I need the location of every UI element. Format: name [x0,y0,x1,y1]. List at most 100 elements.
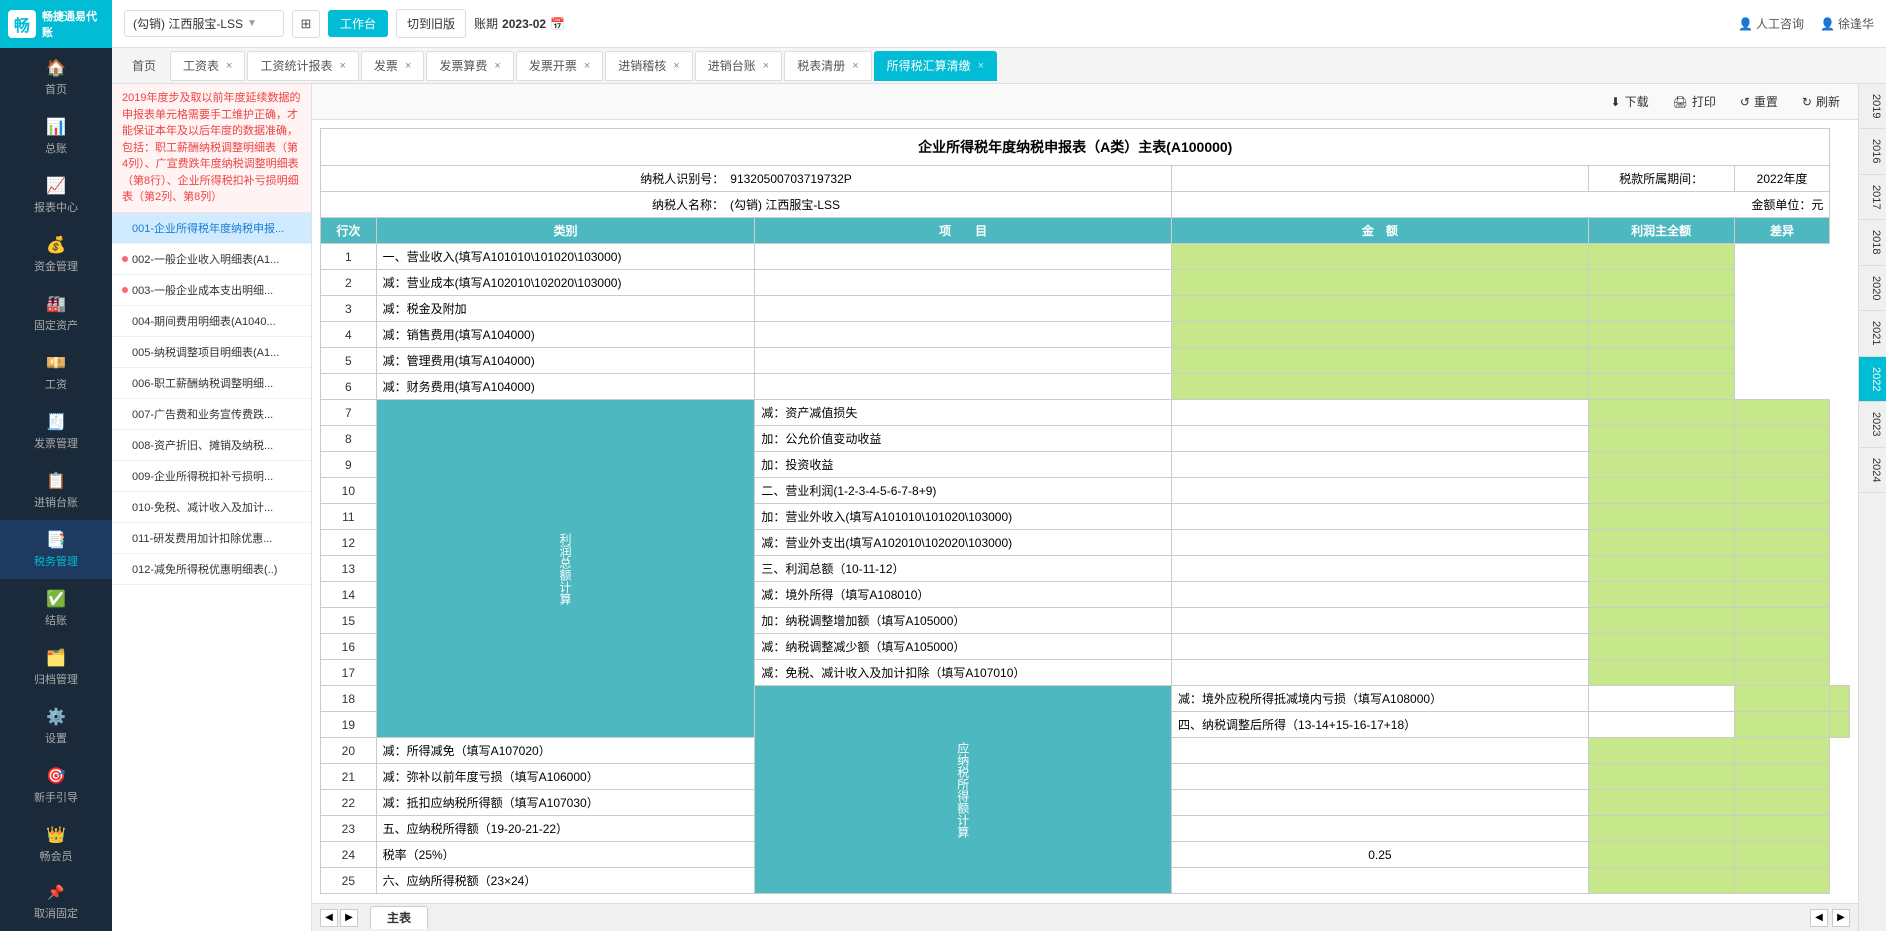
profit-cell[interactable] [1588,426,1734,452]
profit-cell[interactable] [1588,842,1734,868]
diff-cell[interactable] [1734,816,1830,842]
sidebar-item-assets[interactable]: 🏭固定资产 [0,284,112,343]
sidebar-item-reports[interactable]: 📈报表中心 [0,166,112,225]
value-cell[interactable] [755,348,1172,374]
profit-cell[interactable] [1172,348,1589,374]
diff-cell[interactable] [1734,426,1830,452]
sidebar-item-tax[interactable]: 📑税务管理 [0,520,112,579]
sidebar-item-archive[interactable]: 🗂️归档管理 [0,638,112,697]
sidebar-item-home[interactable]: 🏠首页 [0,48,112,107]
tab-close-icon[interactable]: × [339,60,345,72]
sidebar-item-purchase[interactable]: 📋进销台账 [0,461,112,520]
value-cell[interactable] [1588,712,1734,738]
value-cell[interactable] [1172,764,1589,790]
diff-cell[interactable] [1588,374,1734,400]
diff-cell[interactable] [1830,712,1850,738]
sidebar-item-invoice[interactable]: 🧾发票管理 [0,402,112,461]
profit-cell[interactable] [1172,244,1589,270]
diff-cell[interactable] [1734,556,1830,582]
diff-cell[interactable] [1734,660,1830,686]
profit-cell[interactable] [1588,582,1734,608]
tab-close-icon[interactable]: × [763,60,769,72]
tab-进销稽核[interactable]: 进销稽核× [605,51,692,81]
list-item-008[interactable]: 008-资产折旧、摊销及纳税... [112,430,311,461]
print-button[interactable]: 🖨 打印 [1667,90,1722,113]
year-item-2016[interactable]: 2016 [1859,129,1886,174]
value-cell[interactable] [1172,738,1589,764]
diff-cell[interactable] [1734,452,1830,478]
download-button[interactable]: ⬇ 下载 [1605,90,1655,113]
tab-close-icon[interactable]: × [494,60,500,72]
list-item-010[interactable]: 010-免税、减计收入及加计... [112,492,311,523]
diff-cell[interactable] [1734,582,1830,608]
list-item-009[interactable]: 009-企业所得税扣补亏损明... [112,461,311,492]
profit-cell[interactable] [1588,790,1734,816]
profit-cell[interactable] [1588,634,1734,660]
sheet-next-btn[interactable]: ▶ [340,909,358,927]
profit-cell[interactable] [1172,374,1589,400]
diff-cell[interactable] [1734,504,1830,530]
profit-cell[interactable] [1588,400,1734,426]
diff-cell[interactable] [1734,764,1830,790]
diff-cell[interactable] [1734,842,1830,868]
profit-cell[interactable] [1588,556,1734,582]
year-item-2018[interactable]: 2018 [1859,220,1886,265]
value-cell[interactable] [755,270,1172,296]
list-item-003[interactable]: 003-一般企业成本支出明细... [112,275,311,306]
value-cell[interactable] [1172,608,1589,634]
tab-工资表[interactable]: 工资表× [170,51,245,81]
list-item-006[interactable]: 006-职工薪酬纳税调整明细... [112,368,311,399]
diff-cell[interactable] [1588,348,1734,374]
value-cell[interactable] [1172,634,1589,660]
profit-cell[interactable] [1172,296,1589,322]
diff-cell[interactable] [1734,738,1830,764]
user-profile[interactable]: 👤 徐逢华 [1820,15,1874,32]
profit-cell[interactable] [1734,712,1830,738]
profit-cell[interactable] [1588,738,1734,764]
profit-cell[interactable] [1588,764,1734,790]
tab-发票算费[interactable]: 发票算费× [426,51,513,81]
value-cell[interactable] [1172,478,1589,504]
sidebar-footer[interactable]: 📌 取消固定 [0,874,112,931]
value-cell[interactable] [1172,582,1589,608]
scroll-left-btn[interactable]: ◀ [1810,909,1828,927]
copy-icon-btn[interactable]: ⊞ [292,10,320,38]
diff-cell[interactable] [1588,322,1734,348]
tab-close-icon[interactable]: × [852,60,858,72]
tab-首页[interactable]: 首页 [120,51,168,81]
sheet-tab-主表[interactable]: 主表 [370,906,428,929]
profit-cell[interactable] [1588,608,1734,634]
year-item-2022[interactable]: 2022 [1859,357,1886,402]
sidebar-item-close[interactable]: ✅结账 [0,579,112,638]
value-cell[interactable] [755,374,1172,400]
value-cell[interactable] [1172,426,1589,452]
value-cell[interactable] [1172,556,1589,582]
tab-工资统计报表[interactable]: 工资统计报表× [247,51,358,81]
reset-button[interactable]: ↺ 重置 [1734,90,1784,113]
value-cell[interactable]: 0.25 [1172,842,1589,868]
value-cell[interactable] [755,296,1172,322]
profit-cell[interactable] [1588,530,1734,556]
year-item-2021[interactable]: 2021 [1859,311,1886,356]
tab-发票开票[interactable]: 发票开票× [516,51,603,81]
value-cell[interactable] [755,322,1172,348]
profit-cell[interactable] [1172,270,1589,296]
tab-close-icon[interactable]: × [226,60,232,72]
value-cell[interactable] [1172,530,1589,556]
list-item-001[interactable]: 001-企业所得税年度纳税申报... [112,213,311,244]
profit-cell[interactable] [1588,478,1734,504]
year-item-2017[interactable]: 2017 [1859,175,1886,220]
switch-version-button[interactable]: 切到旧版 [396,9,466,38]
diff-cell[interactable] [1830,686,1850,712]
diff-cell[interactable] [1588,296,1734,322]
diff-cell[interactable] [1734,790,1830,816]
diff-cell[interactable] [1734,400,1830,426]
tab-close-icon[interactable]: × [673,60,679,72]
value-cell[interactable] [1172,400,1589,426]
list-item-004[interactable]: 004-期间费用明细表(A1040... [112,306,311,337]
calendar-icon[interactable]: 📅 [550,17,565,31]
tab-进销台账[interactable]: 进销台账× [695,51,782,81]
profit-cell[interactable] [1172,322,1589,348]
value-cell[interactable] [1172,452,1589,478]
list-item-005[interactable]: 005-纳税调整项目明细表(A1... [112,337,311,368]
